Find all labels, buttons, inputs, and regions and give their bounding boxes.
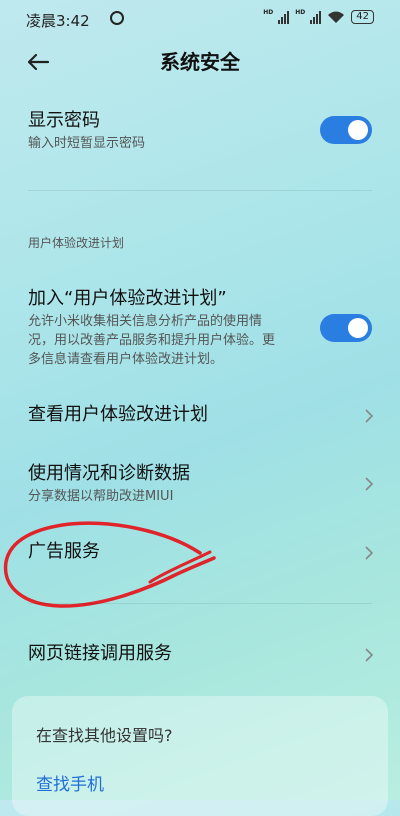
signal-icon xyxy=(278,10,290,24)
join-program-title: 加入“用户体验改进计划” xyxy=(28,288,227,309)
signal-icon-2 xyxy=(310,10,322,24)
suggestion-card xyxy=(12,696,388,816)
battery-icon: 42 xyxy=(351,10,374,24)
join-program-subtitle-1: 允许小米收集相关信息分析产品的使用情 xyxy=(28,314,263,329)
chevron-right-icon xyxy=(365,409,374,423)
alarm-icon xyxy=(110,11,124,25)
view-program-title: 查看用户体验改进计划 xyxy=(28,404,208,425)
join-program-subtitle-2: 况，用以改善产品服务和提升用户体验。更 xyxy=(28,333,276,348)
sim2-hd-tag: HD xyxy=(295,8,306,16)
web-link-services-title: 网页链接调用服务 xyxy=(28,643,172,664)
ad-services-title: 广告服务 xyxy=(28,541,100,562)
divider xyxy=(28,190,372,191)
status-icons: HD HD 42 xyxy=(263,8,374,24)
status-time: 凌晨3:42 xyxy=(26,12,90,30)
ad-services-row[interactable]: 广告服务 xyxy=(28,539,372,567)
wifi-icon xyxy=(328,11,345,23)
section-label: 用户体验改进计划 xyxy=(28,236,125,250)
page-title: 系统安全 xyxy=(160,50,240,74)
divider xyxy=(28,603,372,604)
status-bar: 凌晨3:42 HD HD 42 xyxy=(26,8,374,32)
find-phone-link[interactable]: 查找手机 xyxy=(36,770,104,795)
usage-diagnostics-subtitle: 分享数据以帮助改进MIUI xyxy=(28,489,174,504)
view-program-row[interactable]: 查看用户体验改进计划 xyxy=(28,402,372,430)
chevron-right-icon xyxy=(365,648,374,662)
chevron-right-icon xyxy=(365,477,374,491)
join-program-row[interactable]: 加入“用户体验改进计划” 允许小米收集相关信息分析产品的使用情 况，用以改善产品… xyxy=(28,286,308,369)
suggestion-card-title: 在查找其他设置吗? xyxy=(36,726,173,745)
usage-diagnostics-title: 使用情况和诊断数据 xyxy=(28,463,190,484)
join-program-subtitle-3: 多信息请查看用户体验改进计划。 xyxy=(28,352,224,367)
show-password-subtitle: 输入时短暂显示密码 xyxy=(28,136,146,151)
show-password-toggle[interactable] xyxy=(320,116,372,144)
join-program-toggle[interactable] xyxy=(320,314,372,342)
usage-diagnostics-row[interactable]: 使用情况和诊断数据 分享数据以帮助改进MIUI xyxy=(28,461,372,509)
chevron-right-icon xyxy=(365,546,374,560)
sim1-hd-tag: HD xyxy=(263,8,274,16)
web-link-services-row[interactable]: 网页链接调用服务 xyxy=(28,641,372,669)
